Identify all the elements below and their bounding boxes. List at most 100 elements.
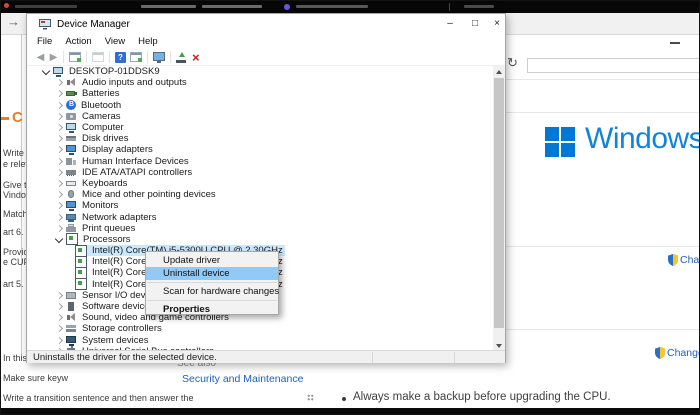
chevron-right-icon[interactable] xyxy=(53,77,66,88)
windows-brand-text: Windows xyxy=(585,122,700,155)
properties-window-icon[interactable] xyxy=(92,52,104,62)
tab-title-fragment[interactable] xyxy=(296,5,368,8)
uac-shield-icon xyxy=(655,347,665,359)
uninstall-device-icon[interactable]: × xyxy=(192,51,200,64)
tab-title-fragment[interactable] xyxy=(15,5,77,8)
vertical-scrollbar[interactable] xyxy=(493,66,505,351)
menu-item-update-driver[interactable]: Update driver xyxy=(146,254,278,267)
tree-item-hid[interactable]: Human Interface Devices xyxy=(28,156,494,167)
cpu-icon xyxy=(75,266,87,279)
title-bar[interactable]: Device Manager – □ × xyxy=(27,14,505,34)
chevron-right-icon[interactable] xyxy=(53,178,66,189)
monitor-icon xyxy=(66,200,77,212)
chevron-down-icon[interactable] xyxy=(40,66,53,77)
speaker-icon xyxy=(66,312,77,323)
tree-item-processors[interactable]: Processors xyxy=(28,233,494,246)
chevron-right-icon[interactable] xyxy=(53,122,66,133)
menu-view[interactable]: View xyxy=(105,36,125,47)
tree-item-display-adapters[interactable]: Display adapters xyxy=(28,144,494,156)
camera-icon xyxy=(66,111,77,122)
windows-logo-pane xyxy=(545,127,559,141)
context-menu: Update driver Uninstall device Scan for … xyxy=(145,251,279,315)
tree-item-computer[interactable]: Computer xyxy=(28,122,494,134)
chevron-right-icon[interactable] xyxy=(53,167,66,178)
refresh-icon[interactable]: ↻ xyxy=(507,55,518,71)
uac-shield-icon xyxy=(668,254,678,266)
security-and-maintenance-link[interactable]: Security and Maintenance xyxy=(182,373,303,385)
chevron-right-icon[interactable] xyxy=(53,144,66,155)
menu-help[interactable]: Help xyxy=(138,36,158,47)
tree-item-ide-controllers[interactable]: IDE ATA/ATAPI controllers xyxy=(28,167,494,178)
chevron-right-icon[interactable] xyxy=(53,312,66,323)
toolbar-separator xyxy=(86,51,87,63)
chevron-right-icon[interactable] xyxy=(53,223,66,234)
chevron-right-icon[interactable] xyxy=(53,301,66,312)
tree-item-keyboards[interactable]: Keyboards xyxy=(28,178,494,189)
divider xyxy=(506,79,699,80)
chevron-right-icon[interactable] xyxy=(53,323,66,334)
menu-item-scan-hardware-changes[interactable]: Scan for hardware changes xyxy=(146,285,279,298)
storage-icon xyxy=(66,323,77,334)
tree-item-desktop[interactable]: DESKTOP-01DDSK9 xyxy=(28,66,494,78)
back-icon[interactable]: ◀ xyxy=(34,52,47,63)
tree-item-print-queues[interactable]: Print queues xyxy=(28,223,494,234)
scrollbar-thumb[interactable] xyxy=(494,78,504,328)
forward-icon[interactable]: ▶ xyxy=(47,52,60,63)
chevron-right-icon[interactable] xyxy=(53,212,66,223)
tab-title-fragment[interactable] xyxy=(202,5,262,8)
tree-item-monitors[interactable]: Monitors xyxy=(28,200,494,212)
chevron-right-icon[interactable] xyxy=(53,111,66,122)
tree-item-batteries[interactable]: Batteries xyxy=(28,88,494,99)
menu-item-uninstall-device[interactable]: Uninstall device xyxy=(146,267,278,280)
tab-favicon-icon xyxy=(4,3,9,8)
update-driver-icon[interactable] xyxy=(176,51,187,63)
toolbar-separator xyxy=(170,51,171,63)
site-logo-fragment: C xyxy=(12,109,23,126)
minimize-dash-icon[interactable] xyxy=(670,42,680,44)
menu-separator xyxy=(147,282,277,283)
tree-item-system-devices[interactable]: System devices xyxy=(28,335,494,346)
control-panel-search-input[interactable] xyxy=(527,58,699,73)
scroll-up-icon[interactable] xyxy=(493,66,505,77)
chevron-down-icon[interactable] xyxy=(53,234,66,245)
tree-item-disk-drives[interactable]: Disk drives xyxy=(28,133,494,144)
drag-handle-icon[interactable] xyxy=(307,394,314,401)
forward-nav-icon[interactable]: → xyxy=(7,14,20,29)
tree-item-storage-controllers[interactable]: Storage controllers xyxy=(28,323,494,334)
chevron-right-icon[interactable] xyxy=(53,100,66,111)
menu-item-properties[interactable]: Properties xyxy=(146,303,278,316)
change-product-key-link[interactable]: Change p xyxy=(655,347,699,359)
show-window-icon[interactable] xyxy=(130,52,142,62)
console-tree-icon[interactable] xyxy=(69,52,81,62)
doc-text-fragment: Write a transition sentence and then ans… xyxy=(3,393,194,403)
tab-title-fragment[interactable] xyxy=(141,5,196,8)
change-link-label: Change p xyxy=(667,347,699,359)
bottom-black-bar xyxy=(1,408,699,414)
tree-item-mice[interactable]: Mice and other pointing devices xyxy=(28,189,494,200)
chevron-right-icon[interactable] xyxy=(53,156,66,167)
computer-monitor-icon[interactable] xyxy=(153,51,165,63)
menu-file[interactable]: File xyxy=(37,36,52,47)
chevron-right-icon[interactable] xyxy=(53,189,66,200)
tree-item-bluetooth[interactable]: Bluetooth xyxy=(28,100,494,111)
cpu-icon xyxy=(66,233,78,246)
chevron-right-icon[interactable] xyxy=(53,88,66,99)
tree-item-network-adapters[interactable]: Network adapters xyxy=(28,211,494,223)
tree-item-cameras[interactable]: Cameras xyxy=(28,111,494,122)
chevron-right-icon[interactable] xyxy=(53,290,66,301)
device-manager-app-icon xyxy=(39,18,51,29)
close-button[interactable]: × xyxy=(488,14,506,33)
minimize-button[interactable]: – xyxy=(441,14,459,33)
chevron-right-icon[interactable] xyxy=(53,133,66,144)
menu-action[interactable]: Action xyxy=(65,36,91,47)
chevron-right-icon[interactable] xyxy=(53,200,66,211)
tab-title-fragment[interactable] xyxy=(464,5,494,8)
chevron-right-icon[interactable] xyxy=(53,335,66,346)
tree-item-audio[interactable]: Audio inputs and outputs xyxy=(28,77,494,88)
status-divider xyxy=(372,352,373,363)
status-bar: Uninstalls the driver for the selected d… xyxy=(27,350,505,363)
help-icon[interactable]: ? xyxy=(115,51,126,63)
toolbar-separator xyxy=(109,51,110,63)
maximize-button[interactable]: □ xyxy=(466,14,484,33)
change-settings-link[interactable]: Chang xyxy=(668,254,699,266)
